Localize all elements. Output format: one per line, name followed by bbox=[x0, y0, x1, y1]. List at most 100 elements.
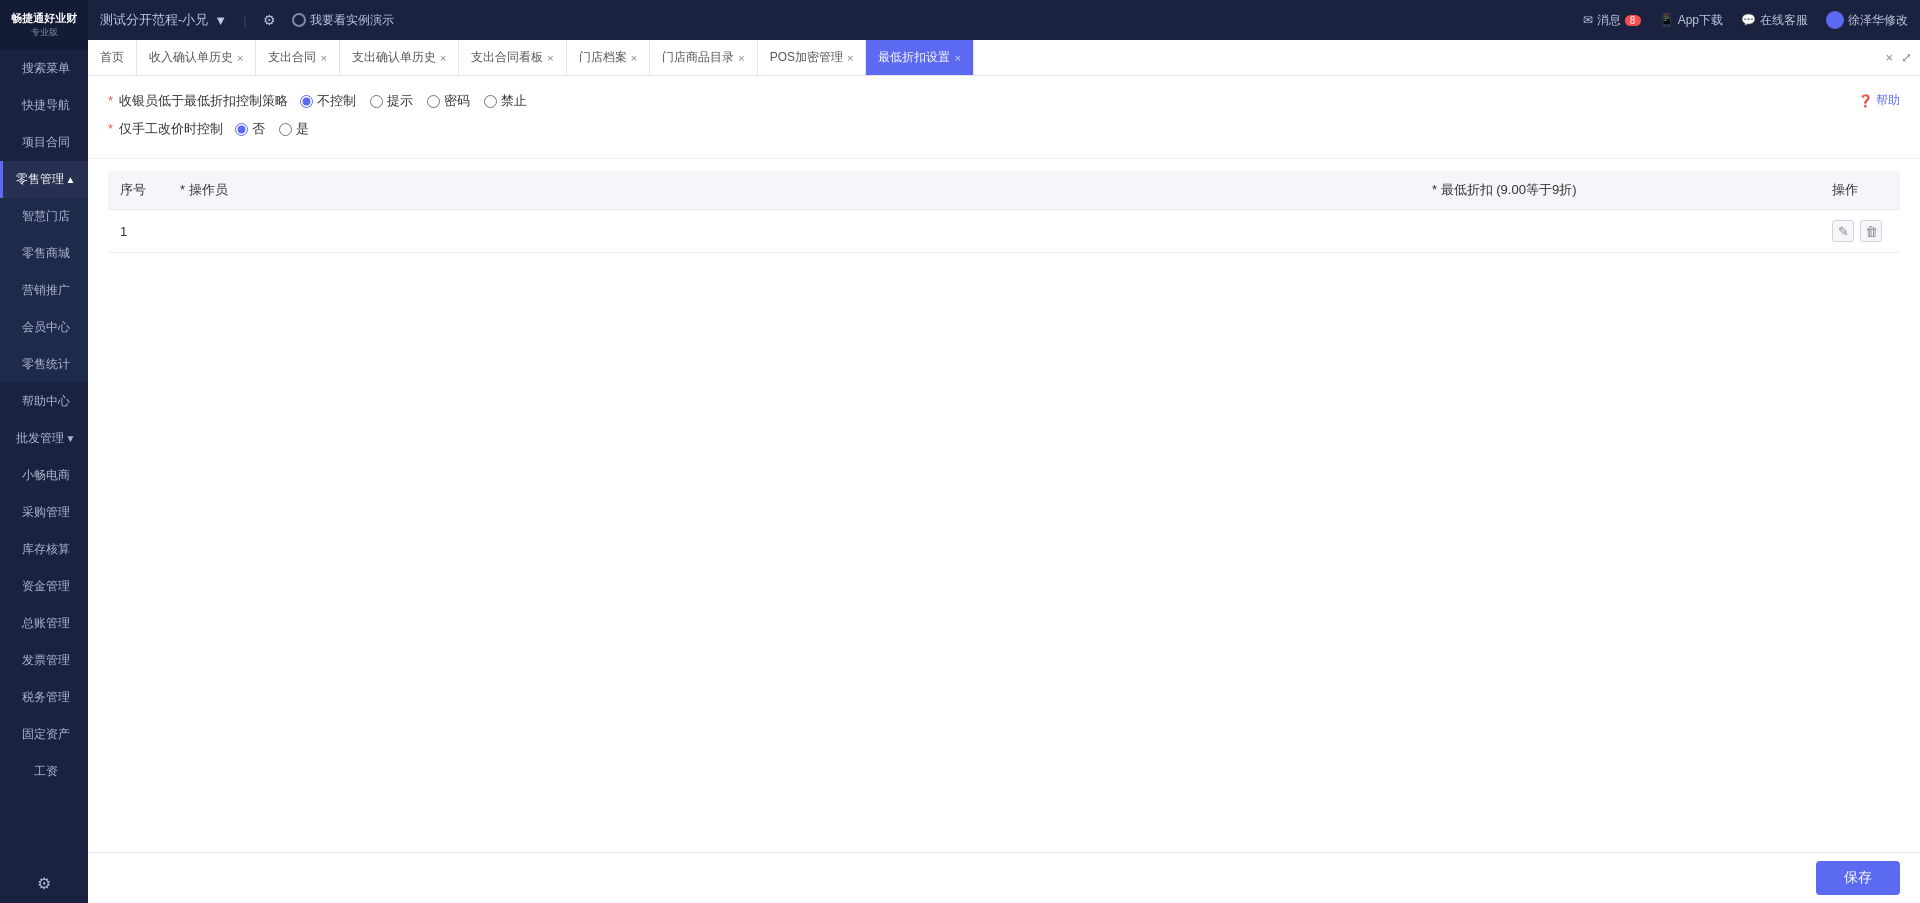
radio-password[interactable]: 密码 bbox=[427, 92, 470, 110]
expand-icon[interactable]: ⤢ bbox=[1901, 50, 1912, 65]
tab-payment-view[interactable]: 支出合同看板 × bbox=[459, 40, 566, 76]
tab-payment-contract[interactable]: 支出合同 × bbox=[256, 40, 339, 76]
sidebar-item-marketing[interactable]: 营销推广 bbox=[0, 272, 88, 309]
payroll-label: 工资 bbox=[34, 763, 58, 780]
sidebar-item-fixed-assets[interactable]: 固定资产 bbox=[0, 716, 88, 753]
sidebar-item-tax-manage[interactable]: 税务管理 bbox=[0, 679, 88, 716]
app-download-button[interactable]: 📱 App下载 bbox=[1659, 12, 1723, 29]
sidebar-item-smart-store[interactable]: 智慧门店 bbox=[0, 198, 88, 235]
sidebar-item-search[interactable]: 搜索菜单 bbox=[0, 50, 88, 87]
radio-yes[interactable]: 是 bbox=[279, 120, 309, 138]
help-button[interactable]: ❓ 帮助 bbox=[1858, 92, 1900, 109]
tabs-bar: 首页 收入确认单历史 × 支出合同 × 支出确认单历史 × 支出合同看板 × 门… bbox=[88, 40, 1920, 76]
tab-min-discount[interactable]: 最低折扣设置 × bbox=[866, 40, 973, 76]
action-buttons: ✎ 🗑 bbox=[1832, 220, 1888, 242]
tab-store-products-close[interactable]: × bbox=[738, 52, 744, 64]
radio-forbid[interactable]: 禁止 bbox=[484, 92, 527, 110]
fund-manage-label: 资金管理 bbox=[22, 578, 70, 595]
sidebar-item-fund-manage[interactable]: 资金管理 bbox=[0, 568, 88, 605]
account-manage-label: 总账管理 bbox=[22, 615, 70, 632]
tab-payment-view-close[interactable]: × bbox=[547, 52, 553, 64]
tab-payment-confirm-close[interactable]: × bbox=[440, 52, 446, 64]
sidebar-item-account-manage[interactable]: 总账管理 bbox=[0, 605, 88, 642]
project-selector[interactable]: 测试分开范程-小兄 ▼ bbox=[100, 11, 227, 29]
topbar-divider: | bbox=[243, 13, 246, 28]
wholesale-manage-label: 批发管理 bbox=[16, 430, 64, 447]
tab-pos-password-close[interactable]: × bbox=[847, 52, 853, 64]
radio-no-control[interactable]: 不控制 bbox=[300, 92, 356, 110]
sidebar-item-invoice-manage[interactable]: 发票管理 bbox=[0, 642, 88, 679]
radio-yes-input[interactable] bbox=[279, 123, 292, 136]
discount-policy-options: 不控制 提示 密码 禁止 bbox=[300, 92, 527, 110]
tab-store-file-close[interactable]: × bbox=[631, 52, 637, 64]
radio-remind-input[interactable] bbox=[370, 95, 383, 108]
col-header-min-discount: * 最低折扣 (9.00等于9折) bbox=[1420, 171, 1820, 210]
logo-sub: 专业版 bbox=[31, 26, 58, 39]
sidebar-item-inventory[interactable]: 库存核算 bbox=[0, 531, 88, 568]
radio-no[interactable]: 否 bbox=[235, 120, 265, 138]
radio-no-control-label: 不控制 bbox=[317, 92, 356, 110]
support-icon: 💬 bbox=[1741, 13, 1756, 27]
tab-store-products[interactable]: 门店商品目录 × bbox=[650, 40, 757, 76]
purchase-manage-label: 采购管理 bbox=[22, 504, 70, 521]
sidebar-item-member-center[interactable]: 会员中心 bbox=[0, 309, 88, 346]
user-name-label: 徐泽华修改 bbox=[1848, 12, 1908, 29]
radio-password-label: 密码 bbox=[444, 92, 470, 110]
radio-forbid-input[interactable] bbox=[484, 95, 497, 108]
tab-pos-password[interactable]: POS加密管理 × bbox=[758, 40, 867, 76]
tab-income-confirm-close[interactable]: × bbox=[237, 52, 243, 64]
sidebar-item-payroll[interactable]: 工资 bbox=[0, 753, 88, 790]
col-header-operator: * 操作员 bbox=[168, 171, 1420, 210]
project-dropdown-icon: ▼ bbox=[214, 13, 227, 28]
discount-policy-row: * 收银员低于最低折扣控制策略 不控制 提示 bbox=[108, 92, 1900, 110]
messages-button[interactable]: ✉ 消息 8 bbox=[1583, 12, 1641, 29]
content-panel: ❓ 帮助 * 收银员低于最低折扣控制策略 不控制 bbox=[88, 76, 1920, 903]
quick-nav-label: 快捷导航 bbox=[22, 97, 70, 114]
sidebar-item-help-center[interactable]: 帮助中心 bbox=[0, 383, 88, 420]
sidebar-settings-button[interactable]: ⚙ bbox=[0, 864, 88, 903]
edit-row-button[interactable]: ✎ bbox=[1832, 220, 1854, 242]
sidebar-item-retail-stats[interactable]: 零售统计 bbox=[0, 346, 88, 383]
invoice-manage-label: 发票管理 bbox=[22, 652, 70, 669]
tab-home[interactable]: 首页 bbox=[88, 40, 137, 76]
radio-no-control-input[interactable] bbox=[300, 95, 313, 108]
online-support-button[interactable]: 💬 在线客服 bbox=[1741, 12, 1808, 29]
tab-min-discount-close[interactable]: × bbox=[954, 52, 960, 64]
topbar-settings-button[interactable]: ⚙ bbox=[263, 12, 276, 28]
smart-store-label: 智慧门店 bbox=[22, 208, 70, 225]
radio-yes-label: 是 bbox=[296, 120, 309, 138]
user-button[interactable]: 徐泽华修改 bbox=[1826, 11, 1908, 29]
manual-price-control-row: * 仅手工改价时控制 否 是 bbox=[108, 120, 1900, 138]
radio-forbid-label: 禁止 bbox=[501, 92, 527, 110]
sidebar-item-retail-manage[interactable]: 零售管理 ▲ bbox=[0, 161, 88, 198]
tab-store-file[interactable]: 门店档案 × bbox=[567, 40, 650, 76]
sidebar-item-quick-nav[interactable]: 快捷导航 bbox=[0, 87, 88, 124]
online-support-label: 在线客服 bbox=[1760, 12, 1808, 29]
save-button[interactable]: 保存 bbox=[1816, 861, 1900, 895]
project-contract-label: 项目合同 bbox=[22, 134, 70, 151]
sidebar-item-retail-mall[interactable]: 零售商城 bbox=[0, 235, 88, 272]
retail-stats-label: 零售统计 bbox=[22, 356, 70, 373]
demo-circle-icon bbox=[292, 13, 306, 27]
discount-table: 序号 * 操作员 * 最低折扣 (9.00等于9折) 操作 bbox=[108, 171, 1900, 253]
radio-password-input[interactable] bbox=[427, 95, 440, 108]
demo-link[interactable]: 我要看实例演示 bbox=[292, 12, 394, 29]
sidebar-item-wholesale-manage[interactable]: 批发管理 ▼ bbox=[0, 420, 88, 457]
tab-income-confirm[interactable]: 收入确认单历史 × bbox=[137, 40, 256, 76]
radio-remind[interactable]: 提示 bbox=[370, 92, 413, 110]
sidebar-item-project-contract[interactable]: 项目合同 bbox=[0, 124, 88, 161]
radio-no-input[interactable] bbox=[235, 123, 248, 136]
retail-manage-label: 零售管理 bbox=[16, 171, 64, 188]
table-row: 1 ✎ bbox=[108, 210, 1900, 253]
close-tab-icon[interactable]: × bbox=[1885, 50, 1893, 65]
table-body: 1 ✎ bbox=[108, 210, 1900, 253]
sidebar-item-purchase-manage[interactable]: 采购管理 bbox=[0, 494, 88, 531]
retail-manage-arrow-icon: ▲ bbox=[66, 174, 76, 185]
tab-income-confirm-label: 收入确认单历史 bbox=[149, 49, 233, 66]
tab-payment-confirm[interactable]: 支出确认单历史 × bbox=[340, 40, 459, 76]
tab-payment-contract-close[interactable]: × bbox=[320, 52, 326, 64]
app-download-icon: 📱 bbox=[1659, 13, 1674, 27]
sidebar: 畅捷通好业财 专业版 搜索菜单 快捷导航 项目合同 零售管理 ▲ 智慧门店 零售… bbox=[0, 0, 88, 903]
delete-row-button[interactable]: 🗑 bbox=[1860, 220, 1882, 242]
sidebar-item-ecommerce[interactable]: 小畅电商 bbox=[0, 457, 88, 494]
